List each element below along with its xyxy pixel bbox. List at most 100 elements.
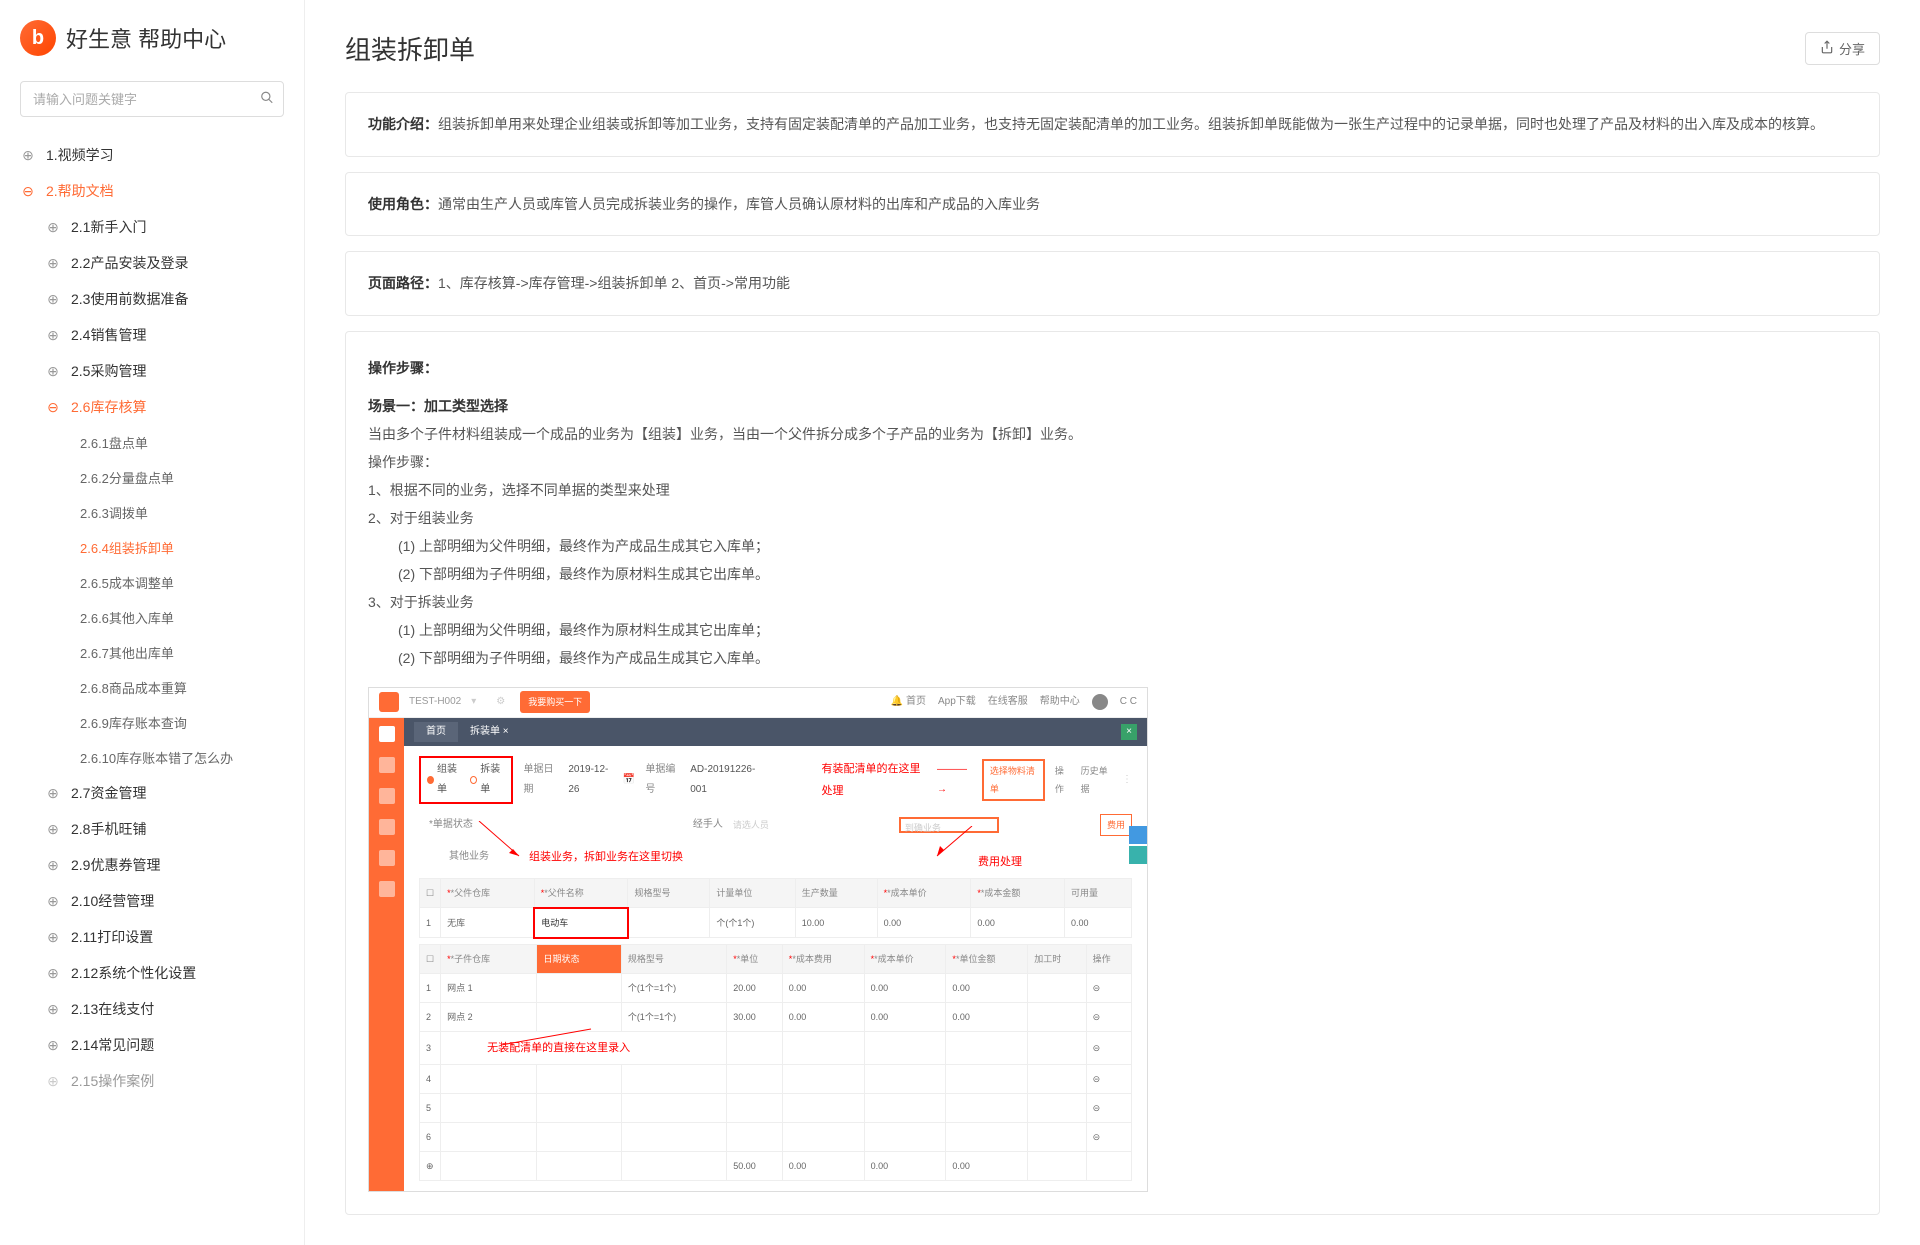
nav-label: 2.8手机旺铺 <box>71 819 146 839</box>
ss-top-right: 🔔 首页 App下载 在线客服 帮助中心 C C <box>891 692 1137 712</box>
th: 计量单位 <box>710 878 795 908</box>
avatar-icon <box>1092 694 1108 710</box>
th: 加工时 <box>1028 944 1086 973</box>
nav-2-6-6[interactable]: 2.6.6其他入库单 <box>20 600 284 635</box>
td: 0.00 <box>864 973 946 1002</box>
td-highlight: 电动车 <box>534 908 628 938</box>
ss-float-icons <box>1129 826 1147 864</box>
step-2-2: (2) 下部明细为子件明细，最终作为原材料生成其它出库单。 <box>368 560 1857 588</box>
nav-2-6[interactable]: ⊖2.6库存核算 <box>20 389 284 425</box>
radio-icon <box>427 776 434 784</box>
nav-2-8[interactable]: ⊕ 2.8手机旺铺 <box>20 811 284 847</box>
nav-2-6-10[interactable]: 2.6.10库存账本错了怎么办 <box>20 740 284 775</box>
plus-icon: ⊕ <box>45 965 61 981</box>
nav-2-6-2[interactable]: 2.6.2分量盘点单 <box>20 460 284 495</box>
nav-2-3[interactable]: ⊕2.3使用前数据准备 <box>20 281 284 317</box>
plus-icon: ⊕ <box>45 893 61 909</box>
plus-icon: ⊕ <box>45 1073 61 1089</box>
plus-icon: ⊕ <box>45 929 61 945</box>
th: 生产数量 <box>795 878 877 908</box>
nav-2-9[interactable]: ⊕2.9优惠券管理 <box>20 847 284 883</box>
th: *成本单价 <box>887 888 927 898</box>
ss-doc-label: 单据编号 <box>645 760 680 800</box>
th: *子件仓库 <box>451 954 491 964</box>
arrow-icon: ———→ <box>937 760 972 800</box>
plus-icon: ⊕ <box>45 219 61 235</box>
nav-2-1[interactable]: ⊕2.1新手入门 <box>20 209 284 245</box>
nav-label: 2.6.3调拨单 <box>80 503 148 522</box>
ss-username: C C <box>1120 692 1137 712</box>
nav-label: 2.6.1盘点单 <box>80 433 148 452</box>
ss-logo-icon <box>379 692 399 712</box>
ss-field-label: *单据状态 <box>429 815 473 835</box>
nav-label: 2.5采购管理 <box>71 361 146 381</box>
step-1: 1、根据不同的业务，选择不同单据的类型来处理 <box>368 476 1857 504</box>
scene-label: 场景一：加工类型选择 <box>368 398 508 414</box>
nav-video[interactable]: ⊕1.视频学习 <box>20 137 284 173</box>
plus-icon: ⊕ <box>45 363 61 379</box>
ss-tab-active: 拆装单 × <box>458 722 521 742</box>
nav-2-7[interactable]: ⊕2.7资金管理 <box>20 775 284 811</box>
plus-icon: ⊕ <box>45 821 61 837</box>
ss-nav-icon <box>379 757 395 773</box>
nav-label: 2.6.7其他出库单 <box>80 643 174 662</box>
close-icon: × <box>1121 724 1137 740</box>
ss-tab-home: 首页 <box>414 722 458 742</box>
share-button[interactable]: 分享 <box>1805 32 1880 65</box>
th: *单位金额 <box>956 954 996 964</box>
th: 规格型号 <box>628 878 710 908</box>
delete-icon: ⊝ <box>1086 973 1131 1002</box>
nav-2-5[interactable]: ⊕ 2.5采购管理 <box>20 353 284 389</box>
th: *单位 <box>737 954 759 964</box>
nav-2-12[interactable]: ⊕ 2.12系统个性化设置 <box>20 955 284 991</box>
nav-label: 2.4销售管理 <box>71 325 146 345</box>
td-total: 0.00 <box>864 1151 946 1180</box>
nav-label: 2.帮助文档 <box>46 181 114 201</box>
nav-label: 2.13在线支付 <box>71 999 154 1019</box>
delete-icon: ⊝ <box>1086 1122 1131 1151</box>
nav-2-6-4[interactable]: 2.6.4组装拆卸单 <box>20 530 284 565</box>
steps-label: 操作步骤： <box>368 360 438 376</box>
th: *成本金额 <box>981 888 1021 898</box>
nav-2-13[interactable]: ⊕ 2.13在线支付 <box>20 991 284 1027</box>
nav-label: 2.2产品安装及登录 <box>71 253 188 273</box>
ss-link: 在线客服 <box>988 692 1028 712</box>
td: 1 <box>420 973 441 1002</box>
nav-2-14[interactable]: ⊕2.14常见问题 <box>20 1027 284 1063</box>
td: 无库 <box>441 908 535 938</box>
ss-tabs: 首页 拆装单 × × <box>404 718 1147 746</box>
radio-icon <box>470 776 477 784</box>
nav-2-6-8[interactable]: 2.6.8商品成本重算 <box>20 670 284 705</box>
nav-label: 2.12系统个性化设置 <box>71 963 196 983</box>
plus-icon: ⊕ <box>45 1001 61 1017</box>
plus-icon: ⊕ <box>45 291 61 307</box>
ss-nav-icon <box>379 819 395 835</box>
th: *成本单价 <box>874 954 914 964</box>
nav-label: 2.6.5成本调整单 <box>80 573 174 592</box>
nav-2-6-3[interactable]: 2.6.3调拨单 <box>20 495 284 530</box>
annotation-arrow <box>932 826 982 861</box>
nav-2-6-5[interactable]: 2.6.5成本调整单 <box>20 565 284 600</box>
nav-docs[interactable]: ⊖2.帮助文档 <box>20 173 284 209</box>
embedded-screenshot: TEST-H002 ▾ ⚙ 我要购买一下 🔔 首页 App下载 在线客服 帮助中… <box>368 687 1148 1192</box>
step-3-2: (2) 下部明细为子件明细，最终作为产成品生成其它入库单。 <box>368 644 1857 672</box>
ss-nav-icon <box>379 881 395 897</box>
nav-label: 2.6.4组装拆卸单 <box>80 538 174 557</box>
box-label: 使用角色： <box>368 196 438 212</box>
ss-child-table: ☐ **子件仓库 日期状态 规格型号 **单位 **成本费用 **成本单价 **… <box>419 944 1132 1181</box>
td: 0.00 <box>864 1002 946 1031</box>
nav-2-6-9[interactable]: 2.6.9库存账本查询 <box>20 705 284 740</box>
search-icon[interactable] <box>260 91 274 108</box>
td: 20.00 <box>727 973 783 1002</box>
search-input[interactable] <box>20 81 284 117</box>
td: 0.00 <box>782 973 864 1002</box>
nav-2-4[interactable]: ⊕2.4销售管理 <box>20 317 284 353</box>
nav-2-2[interactable]: ⊕2.2产品安装及登录 <box>20 245 284 281</box>
nav-2-6-1[interactable]: 2.6.1盘点单 <box>20 425 284 460</box>
box-text: 组装拆卸单用来处理企业组装或拆卸等加工业务，支持有固定装配清单的产品加工业务，也… <box>438 116 1824 132</box>
nav-2-15[interactable]: ⊕2.15操作案例 <box>20 1063 284 1099</box>
nav-2-11[interactable]: ⊕2.11打印设置 <box>20 919 284 955</box>
nav-2-6-7[interactable]: 2.6.7其他出库单 <box>20 635 284 670</box>
td-total: 0.00 <box>946 1151 1028 1180</box>
nav-2-10[interactable]: ⊕2.10经营管理 <box>20 883 284 919</box>
